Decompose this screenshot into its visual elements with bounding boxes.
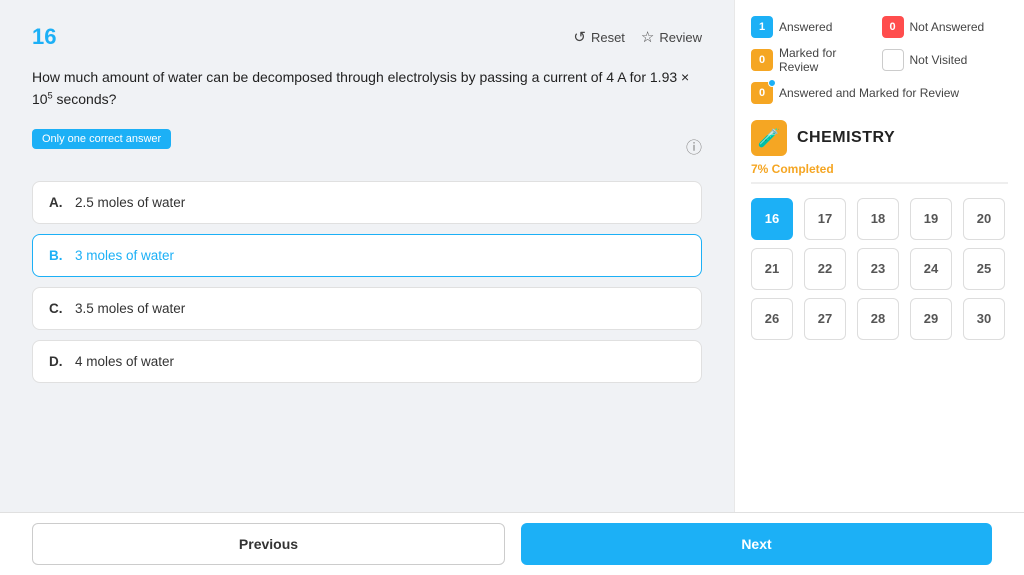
option-c-text: 3.5 moles of water [75,301,185,316]
subject-icon: 🧪 [751,120,787,156]
question-grid-btn-18[interactable]: 18 [857,198,899,240]
question-header: 16 ↺ Reset ☆ Review [32,24,702,50]
not-visited-badge [882,49,904,71]
question-grid-btn-24[interactable]: 24 [910,248,952,290]
legend-marked: 0 Marked for Review [751,46,878,74]
option-d[interactable]: D. 4 moles of water [32,340,702,383]
question-number: 16 [32,24,56,50]
question-panel: 16 ↺ Reset ☆ Review How much amount of w… [0,0,734,512]
option-b-text: 3 moles of water [75,248,174,263]
question-grid-btn-28[interactable]: 28 [857,298,899,340]
question-text-after: seconds? [53,91,117,107]
answered-marked-count: 0 [759,87,765,99]
info-icon[interactable]: ⓘ [686,134,702,158]
subject-name: CHEMISTRY [797,129,895,147]
review-label: Review [659,30,702,45]
question-grid-btn-20[interactable]: 20 [963,198,1005,240]
option-d-label: D. [49,354,65,369]
legend-not-visited: Not Visited [882,46,1009,74]
option-b[interactable]: B. 3 moles of water [32,234,702,277]
marked-badge: 0 [751,49,773,71]
question-text: How much amount of water can be decompos… [32,66,702,111]
answered-label: Answered [779,20,832,34]
question-grid-btn-27[interactable]: 27 [804,298,846,340]
next-button[interactable]: Next [521,523,992,565]
not-answered-label: Not Answered [910,20,985,34]
option-b-label: B. [49,248,65,263]
legend-not-answered: 0 Not Answered [882,16,1009,38]
progress-text: 7% Completed [751,162,1008,176]
answer-type-badge: Only one correct answer [32,129,171,149]
option-a-label: A. [49,195,65,210]
question-grid-btn-16[interactable]: 16 [751,198,793,240]
right-panel: 1 Answered 0 Not Answered 0 Marked for R… [734,0,1024,512]
marked-label: Marked for Review [779,46,878,74]
not-visited-label: Not Visited [910,53,968,67]
not-answered-badge: 0 [882,16,904,38]
question-grid-btn-23[interactable]: 23 [857,248,899,290]
question-grid-btn-29[interactable]: 29 [910,298,952,340]
question-grid-btn-21[interactable]: 21 [751,248,793,290]
progress-divider [751,182,1008,184]
answered-marked-label: Answered and Marked for Review [779,86,959,100]
question-grid-btn-25[interactable]: 25 [963,248,1005,290]
review-icon: ☆ [641,28,654,46]
question-grid-btn-19[interactable]: 19 [910,198,952,240]
question-grid-btn-30[interactable]: 30 [963,298,1005,340]
answered-marked-badge: 0 [751,82,773,104]
question-actions: ↺ Reset ☆ Review [573,28,702,46]
reset-icon: ↺ [573,28,586,46]
option-a[interactable]: A. 2.5 moles of water [32,181,702,224]
legend-answered-marked: 0 Answered and Marked for Review [751,82,1008,104]
reset-label: Reset [591,30,625,45]
reset-button[interactable]: ↺ Reset [573,28,625,46]
options-area: A. 2.5 moles of water B. 3 moles of wate… [32,181,702,383]
option-a-text: 2.5 moles of water [75,195,185,210]
question-text-before: How much amount of water can be decompos… [32,69,689,107]
option-d-text: 4 moles of water [75,354,174,369]
answered-badge: 1 [751,16,773,38]
question-grid-btn-26[interactable]: 26 [751,298,793,340]
review-button[interactable]: ☆ Review [641,28,702,46]
option-c-label: C. [49,301,65,316]
dot-indicator [768,79,776,87]
subject-header: 🧪 CHEMISTRY [751,120,1008,156]
legend: 1 Answered 0 Not Answered 0 Marked for R… [751,16,1008,104]
legend-answered: 1 Answered [751,16,878,38]
question-grid-btn-22[interactable]: 22 [804,248,846,290]
previous-button[interactable]: Previous [32,523,505,565]
bottom-navigation: Previous Next [0,512,1024,575]
option-c[interactable]: C. 3.5 moles of water [32,287,702,330]
question-grid-btn-17[interactable]: 17 [804,198,846,240]
question-grid: 16 17 18 19 20 21 22 23 24 25 26 27 28 29 30 [751,198,1008,340]
